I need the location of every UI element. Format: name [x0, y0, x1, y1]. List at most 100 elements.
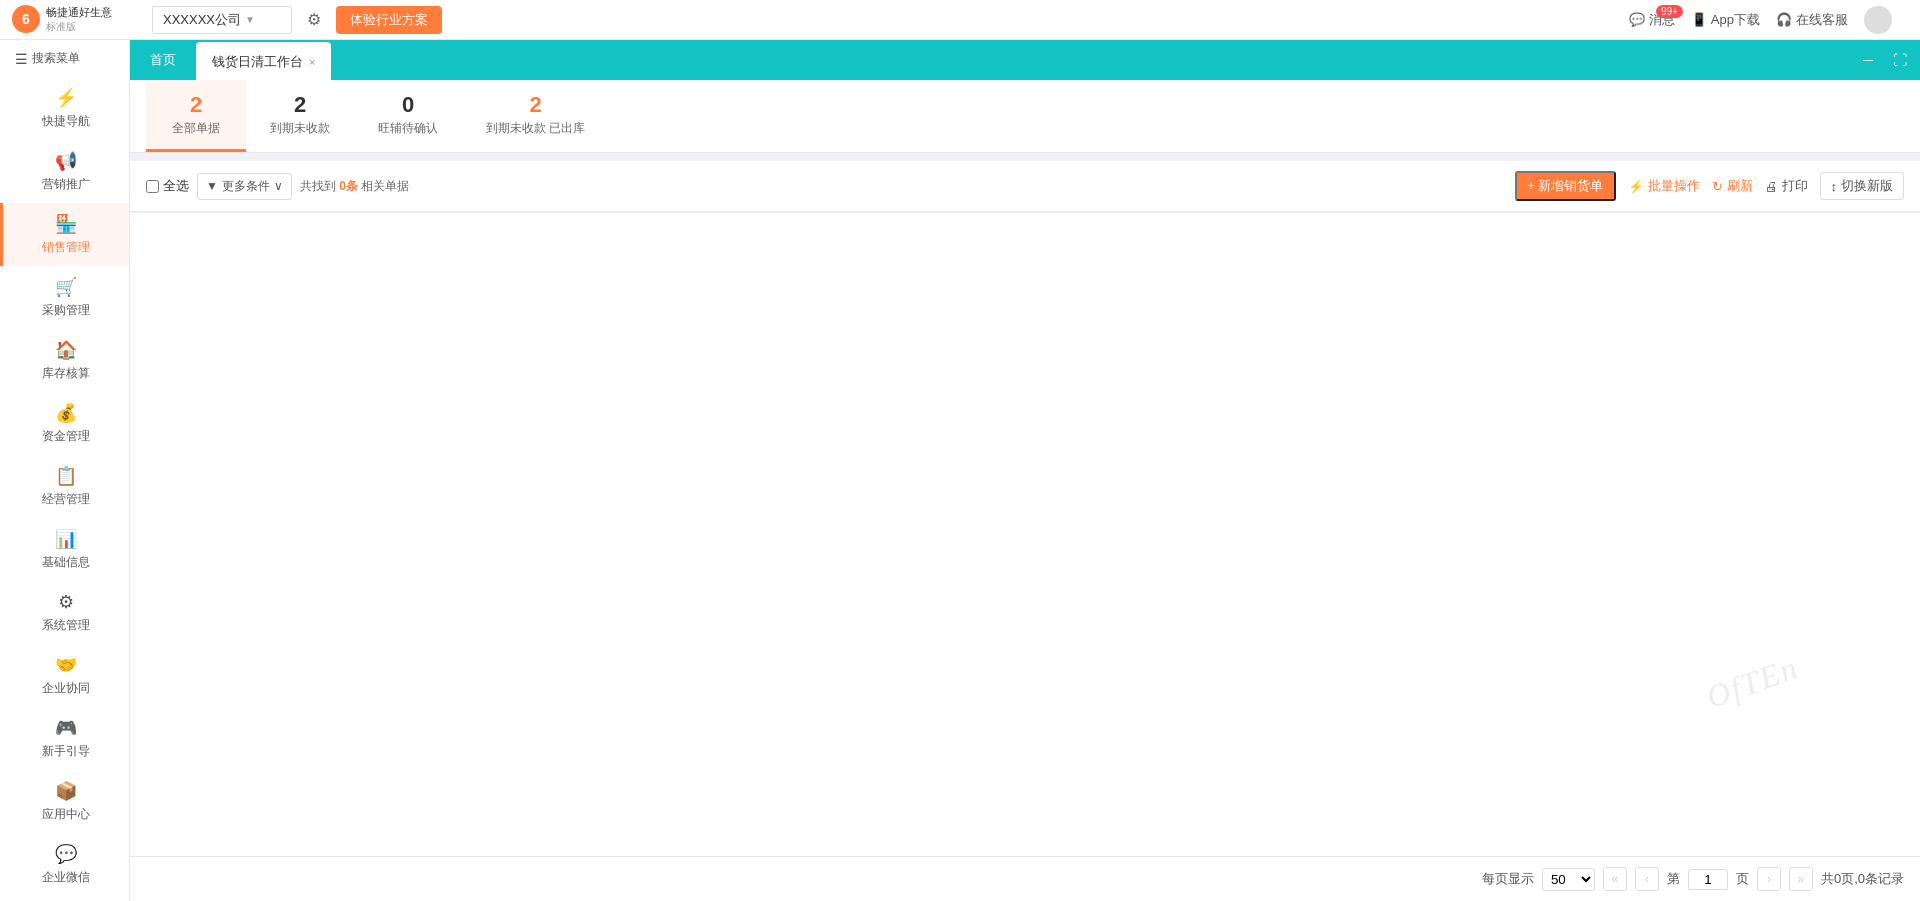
batch-operation-button[interactable]: ⚡ 批量操作 [1628, 177, 1700, 195]
sidebar: ☰ 搜索菜单 ⚡ 快捷导航 📢 营销推广 🏪 销售管理 🛒 采购管理 🏠 库存核… [0, 40, 130, 901]
sidebar-item-system[interactable]: ⚙ 系统管理 [0, 581, 129, 644]
result-prefix: 共找到 [300, 179, 336, 193]
sidebar-item-purchase[interactable]: 🛒 采购管理 [0, 266, 129, 329]
printer-icon: 🖨 [1765, 179, 1778, 194]
sidebar-item-basic-info[interactable]: 📊 基础信息 [0, 518, 129, 581]
tab-page-work[interactable]: 钱货日清工作台 × [196, 42, 331, 82]
stat-tab-all[interactable]: 2 全部单据 [146, 80, 246, 152]
tab-maximize-icon[interactable]: ⛶ [1888, 48, 1912, 72]
stat-overdue-label: 到期未收款 [270, 120, 330, 137]
sidebar-guide-label: 新手引导 [42, 743, 90, 760]
sidebar-item-guide[interactable]: 🎮 新手引导 [0, 707, 129, 770]
first-page-button[interactable]: « [1603, 867, 1627, 891]
megaphone-icon: 📢 [55, 150, 77, 172]
app-download-item[interactable]: 📱 App下载 [1691, 11, 1760, 29]
stat-overdue-shipped-label: 到期未收款 已出库 [486, 120, 585, 137]
select-all-input[interactable] [146, 180, 159, 193]
filter-label: 更多条件 [222, 178, 270, 195]
tab-bar-right: ─ ⛶ [1856, 48, 1920, 72]
logo-tag: 标准版 [46, 20, 112, 34]
sidebar-finance-label: 资金管理 [42, 428, 90, 445]
next-page-button[interactable]: › [1757, 867, 1781, 891]
stat-overdue-num: 2 [270, 92, 330, 118]
sidebar-item-sales[interactable]: 🏪 销售管理 [0, 203, 129, 266]
filter-arrow-icon: ∨ [274, 179, 283, 193]
dropdown-arrow-icon: ▼ [245, 14, 255, 25]
stat-all-label: 全部单据 [170, 120, 222, 137]
main-layout: ☰ 搜索菜单 ⚡ 快捷导航 📢 营销推广 🏪 销售管理 🛒 采购管理 🏠 库存核… [0, 40, 1920, 901]
tab-bar: 首页 钱货日清工作台 × ─ ⛶ [130, 40, 1920, 80]
stat-all-num: 2 [170, 92, 222, 118]
last-page-button[interactable]: » [1789, 867, 1813, 891]
refresh-label: 刷新 [1727, 177, 1753, 195]
batch-icon: ⚡ [1628, 179, 1644, 194]
stat-tab-overdue[interactable]: 2 到期未收款 [246, 80, 354, 152]
logo-icon: 6 [12, 5, 40, 33]
filter-button[interactable]: ▼ 更多条件 ∨ [197, 173, 292, 200]
sidebar-item-cooperation[interactable]: 🤝 企业协同 [0, 644, 129, 707]
top-bar: 6 畅捷通好生意 标准版 XXXXXX公司 ▼ ⚙ 体验行业方案 💬 消息 99… [0, 0, 1920, 40]
sidebar-wechat-label: 企业微信 [42, 869, 90, 886]
result-suffix: 相关单据 [361, 179, 409, 193]
box-icon: 📦 [55, 780, 77, 802]
sidebar-item-search[interactable]: ☰ 搜索菜单 [0, 40, 129, 77]
result-count: 0条 [339, 179, 358, 193]
store-icon: 🏪 [55, 213, 77, 235]
stats-bar: 2 全部单据 2 到期未收款 0 旺辅待确认 2 到期未收款 已出库 [130, 80, 1920, 153]
guide-icon: 🎮 [55, 717, 77, 739]
logo-title: 畅捷通好生意 [46, 5, 112, 19]
sidebar-item-operations[interactable]: 📋 经营管理 [0, 455, 129, 518]
sidebar-item-quick-nav[interactable]: ⚡ 快捷导航 [0, 77, 129, 140]
toolbar: 全选 ▼ 更多条件 ∨ 共找到 0条 相关单据 + 新增销货单 [130, 161, 1920, 212]
prev-page-button[interactable]: ‹ [1635, 867, 1659, 891]
message-item[interactable]: 💬 消息 99+ [1629, 11, 1675, 29]
cart-icon: 🛒 [55, 276, 77, 298]
settings-icon[interactable]: ⚙ [300, 6, 328, 34]
sidebar-item-finance[interactable]: 💰 资金管理 [0, 392, 129, 455]
print-label: 打印 [1782, 177, 1808, 195]
filter-icon: ▼ [206, 179, 218, 193]
stat-tab-overdue-shipped[interactable]: 2 到期未收款 已出库 [462, 80, 609, 152]
sidebar-item-app-center[interactable]: 📦 应用中心 [0, 770, 129, 833]
print-button[interactable]: 🖨 打印 [1765, 177, 1808, 195]
content-area: 首页 钱货日清工作台 × ─ ⛶ 2 全部单据 2 到期未收款 [130, 40, 1920, 901]
select-all-checkbox[interactable]: 全选 [146, 177, 189, 195]
sidebar-item-wechat[interactable]: 💬 企业微信 [0, 833, 129, 896]
page-suffix: 页 [1736, 870, 1749, 888]
tab-minimize-icon[interactable]: ─ [1856, 48, 1880, 72]
company-selector[interactable]: XXXXXX公司 ▼ [152, 6, 292, 34]
toolbar-left: 全选 ▼ 更多条件 ∨ 共找到 0条 相关单据 [146, 173, 1507, 200]
tab-close-icon[interactable]: × [309, 56, 315, 68]
select-all-label: 全选 [163, 177, 189, 195]
page-content: 2 全部单据 2 到期未收款 0 旺辅待确认 2 到期未收款 已出库 [130, 80, 1920, 901]
page-size-select[interactable]: 50 100 200 [1542, 868, 1595, 891]
avatar[interactable] [1864, 6, 1892, 34]
online-service-item[interactable]: 🎧 在线客服 [1776, 11, 1848, 29]
refresh-button[interactable]: ↻ 刷新 [1712, 177, 1753, 195]
tab-home[interactable]: 首页 [130, 40, 196, 80]
sidebar-basic-info-label: 基础信息 [42, 554, 90, 571]
online-service-label: 在线客服 [1796, 11, 1848, 29]
app-download-label: App下载 [1711, 11, 1760, 29]
switch-version-button[interactable]: ↕ 切换新版 [1820, 172, 1905, 200]
new-sale-button[interactable]: + 新增销货单 [1515, 171, 1615, 201]
page-prefix: 第 [1667, 870, 1680, 888]
total-info: 共0页,0条记录 [1821, 870, 1904, 888]
app-download-icon: 📱 [1691, 12, 1707, 27]
trial-button[interactable]: 体验行业方案 [336, 6, 442, 34]
search-icon: ☰ [15, 51, 28, 67]
page-size-text: 每页显示 [1482, 870, 1534, 888]
sidebar-item-inventory[interactable]: 🏠 库存核算 [0, 329, 129, 392]
money-icon: 💰 [55, 402, 77, 424]
toolbar-right: + 新增销货单 ⚡ 批量操作 ↻ 刷新 🖨 打印 ↕ [1515, 171, 1904, 201]
stat-tab-pending[interactable]: 0 旺辅待确认 [354, 80, 462, 152]
sidebar-item-marketing[interactable]: 📢 营销推广 [0, 140, 129, 203]
page-number-input[interactable] [1688, 869, 1728, 890]
pagination: 每页显示 50 100 200 « ‹ 第 页 › » 共0页,0条记录 [130, 856, 1920, 901]
sidebar-purchase-label: 采购管理 [42, 302, 90, 319]
result-text: 共找到 0条 相关单据 [300, 178, 409, 195]
stat-pending-num: 0 [378, 92, 438, 118]
switch-label: 切换新版 [1841, 177, 1893, 195]
sidebar-item-member[interactable]: V 畅会员 [0, 896, 129, 901]
sidebar-sales-label: 销售管理 [42, 239, 90, 256]
